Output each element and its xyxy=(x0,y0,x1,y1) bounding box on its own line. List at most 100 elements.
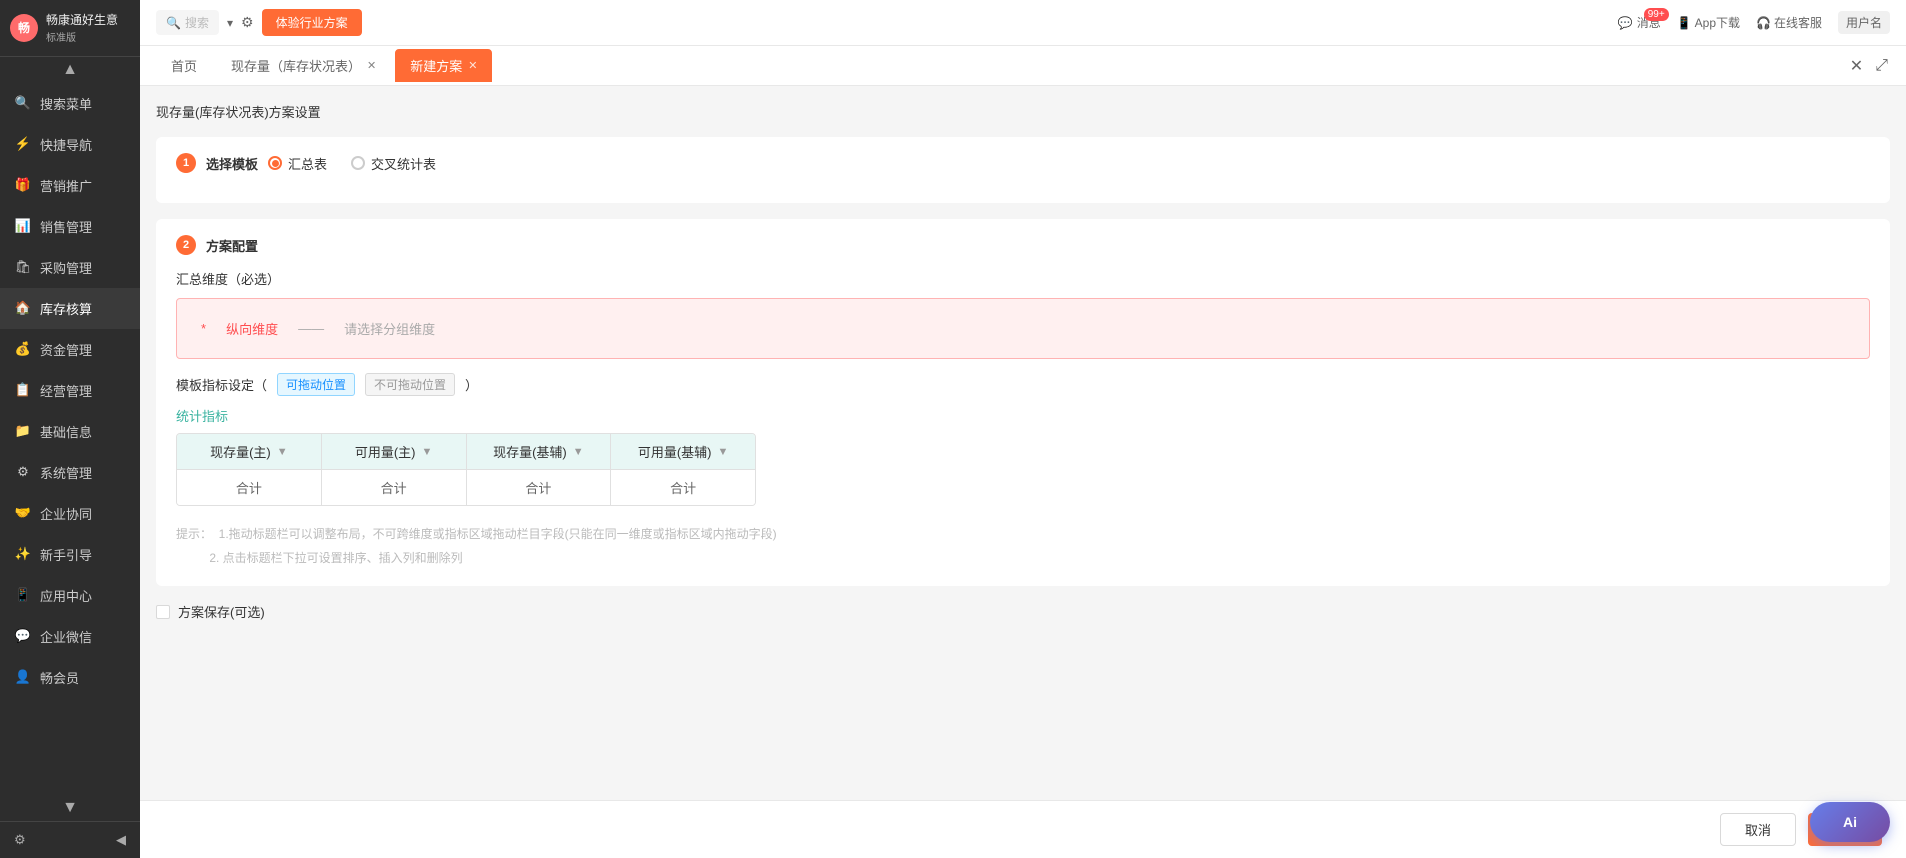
sidebar: 畅 畅康通好生意 标准版 ▲ 🔍 搜索菜单 ⚡ 快捷导航 🎁 营销推广 📊 销售… xyxy=(0,0,140,858)
stats-col-3[interactable]: 现存量(基辅) ▼ xyxy=(467,434,612,469)
indicator-nodrag-badge: 不可拖动位置 xyxy=(365,373,455,396)
service-icon: 🎧 xyxy=(1756,16,1771,30)
search-icon: 🔍 xyxy=(14,94,32,112)
tab-home[interactable]: 首页 xyxy=(156,49,212,82)
user-btn[interactable]: 用户名 xyxy=(1838,11,1890,34)
sidebar-item-weixin[interactable]: 💬 企业微信 xyxy=(0,616,140,657)
top-bar-right: 💬 消息 99+ 📱 App下载 🎧 在线客服 用户名 xyxy=(1618,11,1890,34)
sidebar-nav: 🔍 搜索菜单 ⚡ 快捷导航 🎁 营销推广 📊 销售管理 🛍 采购管理 🏠 库存核… xyxy=(0,83,140,795)
sidebar-item-member[interactable]: 👤 畅会员 xyxy=(0,657,140,698)
sidebar-item-quicknav[interactable]: ⚡ 快捷导航 xyxy=(0,124,140,165)
stats-cell-3: 合计 xyxy=(467,470,612,505)
tab-expand-btn[interactable]: ⤢ xyxy=(1873,54,1890,78)
sidebar-item-finance[interactable]: 💰 资金管理 xyxy=(0,329,140,370)
gear-btn[interactable]: ⚙ xyxy=(241,14,254,31)
dim-placeholder[interactable]: 请选择分组维度 xyxy=(344,319,435,338)
save-checkbox[interactable] xyxy=(156,605,170,619)
bottom-bar: 取消 查询 xyxy=(140,800,1906,858)
stats-label: 统计指标 xyxy=(176,406,1870,425)
trial-btn[interactable]: 体验行业方案 xyxy=(262,9,362,36)
radio-summary-circle xyxy=(268,156,282,170)
stats-col-1[interactable]: 现存量(主) ▼ xyxy=(177,434,322,469)
newguide-icon: ✨ xyxy=(14,545,32,563)
tab-new-plan-close[interactable]: ✕ xyxy=(468,59,477,72)
tab-close-btn[interactable]: ✕ xyxy=(1848,54,1865,78)
cancel-button[interactable]: 取消 xyxy=(1720,813,1796,846)
stats-cell-2: 合计 xyxy=(322,470,467,505)
radio-cross-circle xyxy=(351,156,365,170)
dim-required-mark: * xyxy=(201,321,206,336)
indicator-end: ） xyxy=(465,375,478,394)
page-content: 现存量(库存状况表)方案设置 1 选择模板 汇总表 交叉统计表 xyxy=(140,86,1906,800)
template-radio-group: 汇总表 交叉统计表 xyxy=(268,154,436,173)
ai-fab-button[interactable]: Ai xyxy=(1810,802,1890,842)
dim-arrow: —— xyxy=(298,321,324,336)
indicator-label: 模板指标设定（ xyxy=(176,375,267,394)
tab-inventory-close[interactable]: ✕ xyxy=(367,59,376,72)
step1-header: 1 选择模板 汇总表 交叉统计表 xyxy=(176,153,1870,173)
dropdown-btn[interactable]: ▾ xyxy=(227,16,233,30)
footer-settings-icon[interactable]: ⚙ xyxy=(14,832,26,848)
top-bar-left: 🔍 搜索 ▾ ⚙ 体验行业方案 xyxy=(156,9,1606,36)
sidebar-item-enterprise[interactable]: 🤝 企业协同 xyxy=(0,493,140,534)
sidebar-scroll-up[interactable]: ▲ xyxy=(0,57,140,83)
indicator-drag-badge: 可拖动位置 xyxy=(277,373,355,396)
tabs-actions: ✕ ⤢ xyxy=(1848,54,1890,78)
page-title: 现存量(库存状况表)方案设置 xyxy=(156,102,1890,121)
col-4-dropdown[interactable]: ▼ xyxy=(718,446,729,458)
sidebar-item-purchase[interactable]: 🛍 采购管理 xyxy=(0,247,140,288)
dimension-box: * 纵向维度 —— 请选择分组维度 xyxy=(176,298,1870,359)
col-2-dropdown[interactable]: ▼ xyxy=(422,446,433,458)
sidebar-item-inventory[interactable]: 🏠 库存核算 xyxy=(0,288,140,329)
stats-col-2[interactable]: 可用量(主) ▼ xyxy=(322,434,467,469)
basic-info-icon: 📁 xyxy=(14,422,32,440)
sidebar-item-appcenter[interactable]: 📱 应用中心 xyxy=(0,575,140,616)
top-bar: 🔍 搜索 ▾ ⚙ 体验行业方案 💬 消息 99+ 📱 App下载 🎧 在线客服 … xyxy=(140,0,1906,46)
message-icon: 💬 xyxy=(1618,16,1633,30)
enterprise-icon: 🤝 xyxy=(14,504,32,522)
app-download-icon: 📱 xyxy=(1677,16,1692,30)
online-service-btn[interactable]: 🎧 在线客服 xyxy=(1756,14,1822,31)
radio-summary-dot xyxy=(272,160,279,167)
app-download-btn[interactable]: 📱 App下载 xyxy=(1677,14,1740,31)
sidebar-logo: 畅 畅康通好生意 标准版 xyxy=(0,0,140,57)
col-3-dropdown[interactable]: ▼ xyxy=(573,446,584,458)
tabs-bar: 首页 现存量（库存状况表） ✕ 新建方案 ✕ ✕ ⤢ xyxy=(140,46,1906,86)
tip-2: 2. 点击标题栏下拉可设置排序、插入列和删除列 xyxy=(176,546,1870,570)
message-btn[interactable]: 💬 消息 99+ xyxy=(1618,14,1661,31)
message-badge: 99+ xyxy=(1644,8,1669,21)
search-text: 搜索 xyxy=(185,14,209,31)
sidebar-item-operations[interactable]: 📋 经营管理 xyxy=(0,370,140,411)
sidebar-scroll-down[interactable]: ▼ xyxy=(0,795,140,821)
system-icon: ⚙ xyxy=(14,463,32,481)
radio-cross-table[interactable]: 交叉统计表 xyxy=(351,154,436,173)
sidebar-item-sales[interactable]: 📊 销售管理 xyxy=(0,206,140,247)
app-logo-icon: 畅 xyxy=(10,14,38,42)
tips-box: 提示： 1.拖动标题栏可以调整布局，不可跨维度或指标区域拖动栏目字段(只能在同一… xyxy=(176,522,1870,570)
appcenter-icon: 📱 xyxy=(14,586,32,604)
tab-new-plan[interactable]: 新建方案 ✕ xyxy=(395,49,492,82)
finance-icon: 💰 xyxy=(14,340,32,358)
sidebar-footer: ⚙ ◀ xyxy=(0,821,140,858)
sidebar-item-system[interactable]: ⚙ 系统管理 xyxy=(0,452,140,493)
search-icon: 🔍 xyxy=(166,16,181,30)
save-row: 方案保存(可选) xyxy=(156,602,1890,621)
footer-collapse-icon[interactable]: ◀ xyxy=(116,832,126,848)
sidebar-item-marketing[interactable]: 🎁 营销推广 xyxy=(0,165,140,206)
col-1-dropdown[interactable]: ▼ xyxy=(277,446,288,458)
step1-card: 1 选择模板 汇总表 交叉统计表 xyxy=(156,137,1890,203)
indicator-row: 模板指标设定（ 可拖动位置 不可拖动位置 ） xyxy=(176,373,1870,396)
weixin-icon: 💬 xyxy=(14,627,32,645)
stats-table-header: 现存量(主) ▼ 可用量(主) ▼ 现存量(基辅) ▼ 可用量(基辅) ▼ xyxy=(177,434,755,469)
sidebar-item-basic-info[interactable]: 📁 基础信息 xyxy=(0,411,140,452)
stats-col-4[interactable]: 可用量(基辅) ▼ xyxy=(611,434,755,469)
tab-inventory[interactable]: 现存量（库存状况表） ✕ xyxy=(216,49,391,82)
app-logo-text: 畅康通好生意 标准版 xyxy=(46,12,118,44)
radio-summary-table[interactable]: 汇总表 xyxy=(268,154,327,173)
main-area: 🔍 搜索 ▾ ⚙ 体验行业方案 💬 消息 99+ 📱 App下载 🎧 在线客服 … xyxy=(140,0,1906,858)
sidebar-item-newguide[interactable]: ✨ 新手引导 xyxy=(0,534,140,575)
step1-num: 1 xyxy=(176,153,196,173)
sidebar-item-search[interactable]: 🔍 搜索菜单 xyxy=(0,83,140,124)
search-bar[interactable]: 🔍 搜索 xyxy=(156,10,219,35)
step1-title: 选择模板 xyxy=(206,154,258,173)
